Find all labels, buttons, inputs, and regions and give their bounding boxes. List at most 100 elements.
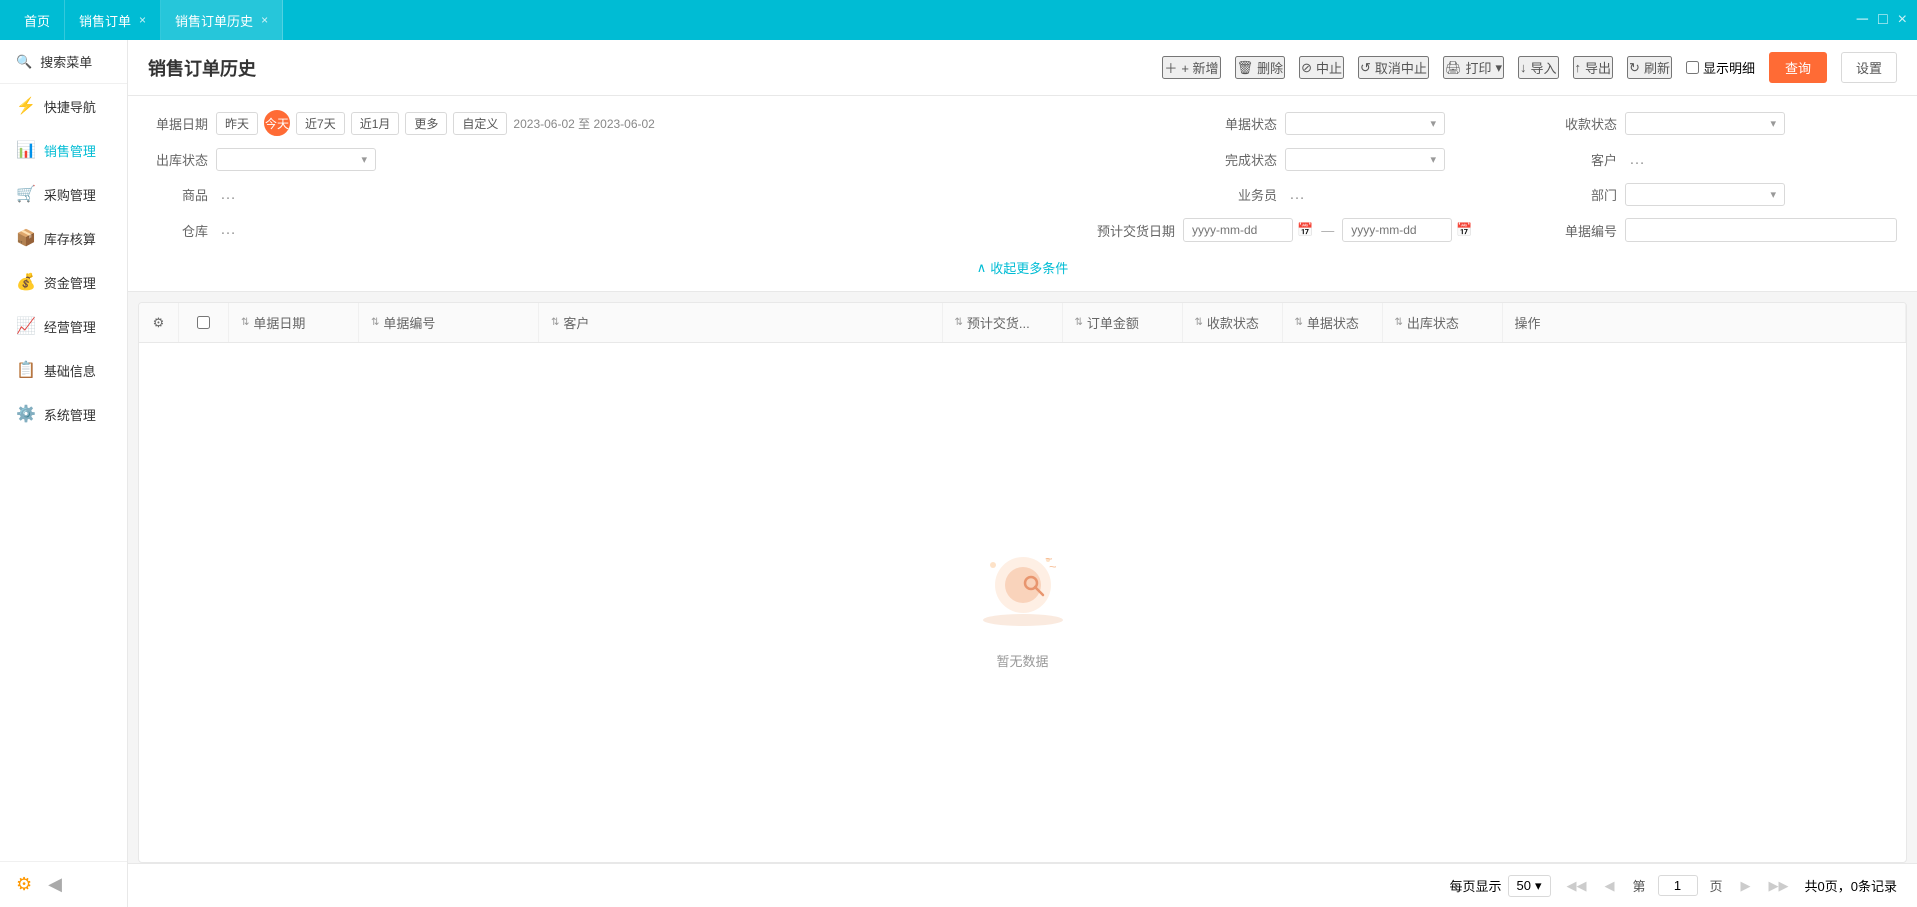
suspend-button[interactable]: ⊘ 中止 (1299, 56, 1344, 79)
th-code-label: 单据编号 (383, 313, 435, 332)
sidebar-item-quick-nav[interactable]: ⚡ 快捷导航 (0, 84, 127, 128)
th-customer[interactable]: ⇅ 客户 (539, 303, 943, 342)
delete-label: 删除 (1257, 58, 1283, 77)
basic-info-icon: 📋 (16, 360, 36, 380)
th-pay-status[interactable]: ⇅ 收款状态 (1183, 303, 1283, 342)
payment-status-control: ▾ (1625, 112, 1897, 135)
page-last-icon[interactable]: ▶▶ (1763, 876, 1795, 896)
order-number-input[interactable] (1625, 218, 1897, 242)
th-customer-label: 客户 (563, 313, 589, 332)
collapse-btn[interactable]: ∧ 收起更多条件 (148, 254, 1897, 277)
payment-status-select[interactable]: ▾ (1625, 112, 1785, 135)
page-size-box[interactable]: 50 ▾ (1508, 875, 1551, 897)
sidebar-item-finance[interactable]: 💰 资金管理 (0, 260, 127, 304)
th-code[interactable]: ⇅ 单据编号 (359, 303, 539, 342)
order-number-control (1625, 218, 1897, 242)
sort-icon-pay-status: ⇅ (1195, 317, 1203, 328)
tab-home[interactable]: 首页 (10, 0, 65, 40)
page-num-input[interactable] (1658, 875, 1698, 896)
pagination: 每页显示 50 ▾ ◀◀ ◀ 第 页 ▶ ▶▶ 共0页，0条记录 (128, 863, 1917, 907)
sidebar-item-operations[interactable]: 📈 经营管理 (0, 304, 127, 348)
th-amount[interactable]: ⇅ 订单金额 (1063, 303, 1183, 342)
date-btn-yesterday[interactable]: 昨天 (216, 112, 258, 135)
filter-customer: 客户 … (1557, 150, 1897, 169)
window-min-icon[interactable]: ─ (1857, 11, 1868, 29)
select-all-checkbox[interactable] (197, 316, 210, 329)
date-btn-more[interactable]: 更多 (405, 112, 447, 135)
customer-dots-icon[interactable]: … (1629, 151, 1645, 169)
sidebar-item-inventory[interactable]: 📦 库存核算 (0, 216, 127, 260)
window-max-icon[interactable]: □ (1878, 11, 1888, 29)
content-area: 销售订单历史 ＋ + 新增 🗑 删除 ⊘ 中止 ↺ 取消中止 (128, 40, 1917, 907)
sidebar-item-sales[interactable]: 📊 销售管理 (0, 128, 127, 172)
sidebar-item-purchase[interactable]: 🛒 采购管理 (0, 172, 127, 216)
sidebar-item-purchase-label: 采购管理 (44, 185, 96, 204)
th-checkbox[interactable] (179, 303, 229, 342)
export-icon: ↑ (1575, 60, 1582, 75)
date-btn-7days[interactable]: 近7天 (296, 112, 345, 135)
th-delivery[interactable]: ⇅ 预计交货... (943, 303, 1063, 342)
query-button[interactable]: 查询 (1769, 52, 1827, 83)
th-out-status[interactable]: ⇅ 出库状态 (1383, 303, 1503, 342)
tab-sales-order-history-close[interactable]: × (261, 13, 268, 27)
department-label: 部门 (1557, 185, 1617, 204)
date-btn-today[interactable]: 今天 (264, 110, 290, 136)
out-status-select[interactable]: ▾ (216, 148, 376, 171)
sidebar-item-basic-info[interactable]: 📋 基础信息 (0, 348, 127, 392)
warehouse-dots-icon[interactable]: … (220, 221, 236, 239)
window-close-icon[interactable]: × (1898, 11, 1907, 29)
th-settings[interactable]: ⚙ (139, 303, 179, 342)
print-icon: 🖨 (1445, 60, 1462, 76)
sidebar: 🔍 搜索菜单 ⚡ 快捷导航 📊 销售管理 🛒 采购管理 📦 库存核算 💰 资金管… (0, 40, 128, 907)
cancel-suspend-button[interactable]: ↺ 取消中止 (1358, 56, 1429, 79)
footer-settings-icon[interactable]: ⚙ (16, 874, 32, 895)
th-order-status-label: 单据状态 (1307, 313, 1359, 332)
sidebar-item-system[interactable]: ⚙️ 系统管理 (0, 392, 127, 436)
new-button[interactable]: ＋ + 新增 (1162, 56, 1220, 79)
refresh-button[interactable]: ↻ 刷新 (1627, 56, 1672, 79)
display-detail-checkbox[interactable] (1686, 61, 1699, 74)
tab-sales-order-history[interactable]: 销售订单历史 × (161, 0, 283, 40)
page-size-select: 每页显示 50 ▾ (1449, 875, 1550, 897)
import-button[interactable]: ↓ 导入 (1518, 56, 1559, 79)
calendar-from-icon[interactable]: 📅 (1297, 222, 1313, 238)
calendar-to-icon[interactable]: 📅 (1456, 222, 1472, 238)
export-label: 导出 (1585, 58, 1611, 77)
filter-salesman: 业务员 … (1217, 185, 1557, 204)
tab-sales-order-close[interactable]: × (139, 13, 146, 27)
department-select[interactable]: ▾ (1625, 183, 1785, 206)
order-status-select[interactable]: ▾ (1285, 112, 1445, 135)
th-order-status[interactable]: ⇅ 单据状态 (1283, 303, 1383, 342)
salesman-dots-icon[interactable]: … (1289, 186, 1305, 204)
footer-toggle-icon[interactable]: ◀ (48, 874, 62, 895)
sort-icon: ⇅ (241, 317, 249, 328)
new-icon: ＋ (1164, 58, 1177, 77)
filter-row-3: 商品 … 业务员 … 部门 ▾ (148, 183, 1897, 206)
export-button[interactable]: ↑ 导出 (1573, 56, 1614, 79)
customer-control: … (1625, 151, 1897, 169)
search-icon: 🔍 (16, 54, 32, 70)
date-btn-custom[interactable]: 自定义 (453, 112, 507, 135)
filter-payment-status: 收款状态 ▾ (1557, 112, 1897, 135)
delete-button[interactable]: 🗑 删除 (1235, 56, 1286, 79)
complete-status-select[interactable]: ▾ (1285, 148, 1445, 171)
th-date[interactable]: ⇅ 单据日期 (229, 303, 359, 342)
tab-sales-order[interactable]: 销售订单 × (65, 0, 161, 40)
delivery-date-from[interactable] (1183, 218, 1293, 242)
page-prev-icon[interactable]: ◀ (1599, 876, 1621, 896)
page-next-icon[interactable]: ▶ (1735, 876, 1757, 896)
sidebar-search-menu[interactable]: 🔍 搜索菜单 (0, 40, 127, 84)
delivery-date-to[interactable] (1342, 218, 1452, 242)
date-btn-1month[interactable]: 近1月 (351, 112, 400, 135)
filter-goods: 商品 … (148, 185, 1217, 204)
tab-home-label: 首页 (24, 11, 50, 30)
empty-illustration: ~ ~ (963, 535, 1083, 635)
filter-row-4: 仓库 … 预计交货日期 📅 — 📅 单据编号 (148, 218, 1897, 242)
sidebar-item-basic-info-label: 基础信息 (44, 361, 96, 380)
display-detail-check[interactable]: 显示明细 (1686, 58, 1755, 77)
page-first-icon[interactable]: ◀◀ (1561, 876, 1593, 896)
settings-button[interactable]: 设置 (1841, 52, 1897, 83)
goods-dots-icon[interactable]: … (220, 186, 236, 204)
out-status-control: ▾ (216, 148, 1217, 171)
print-button[interactable]: 🖨 打印 ▾ (1443, 56, 1504, 79)
